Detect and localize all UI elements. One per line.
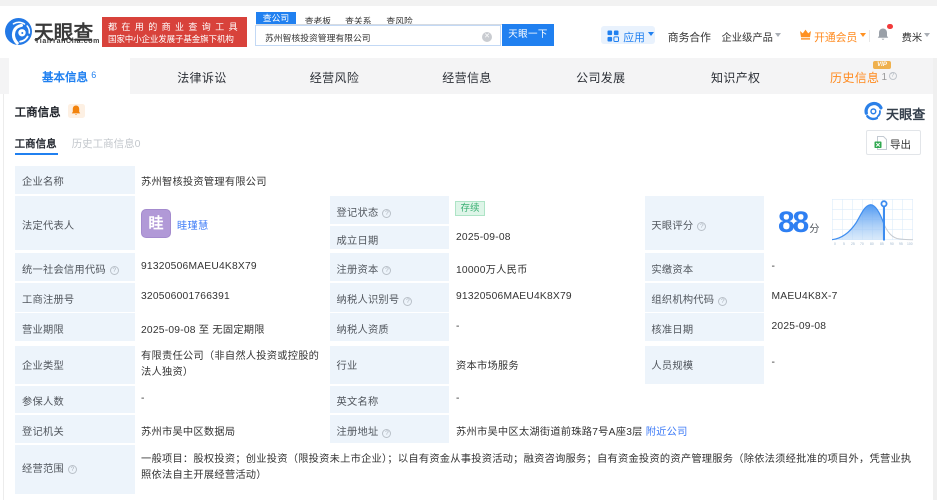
svg-text:80: 80	[870, 242, 874, 246]
svg-text:95: 95	[899, 242, 903, 246]
svg-text:90: 90	[890, 242, 894, 246]
svg-text:0: 0	[834, 242, 836, 246]
svg-text:100: 100	[907, 242, 913, 246]
svg-text:5: 5	[843, 242, 845, 246]
svg-text:85: 85	[880, 242, 884, 246]
svg-text:25: 25	[851, 242, 855, 246]
svg-text:70: 70	[860, 242, 864, 246]
